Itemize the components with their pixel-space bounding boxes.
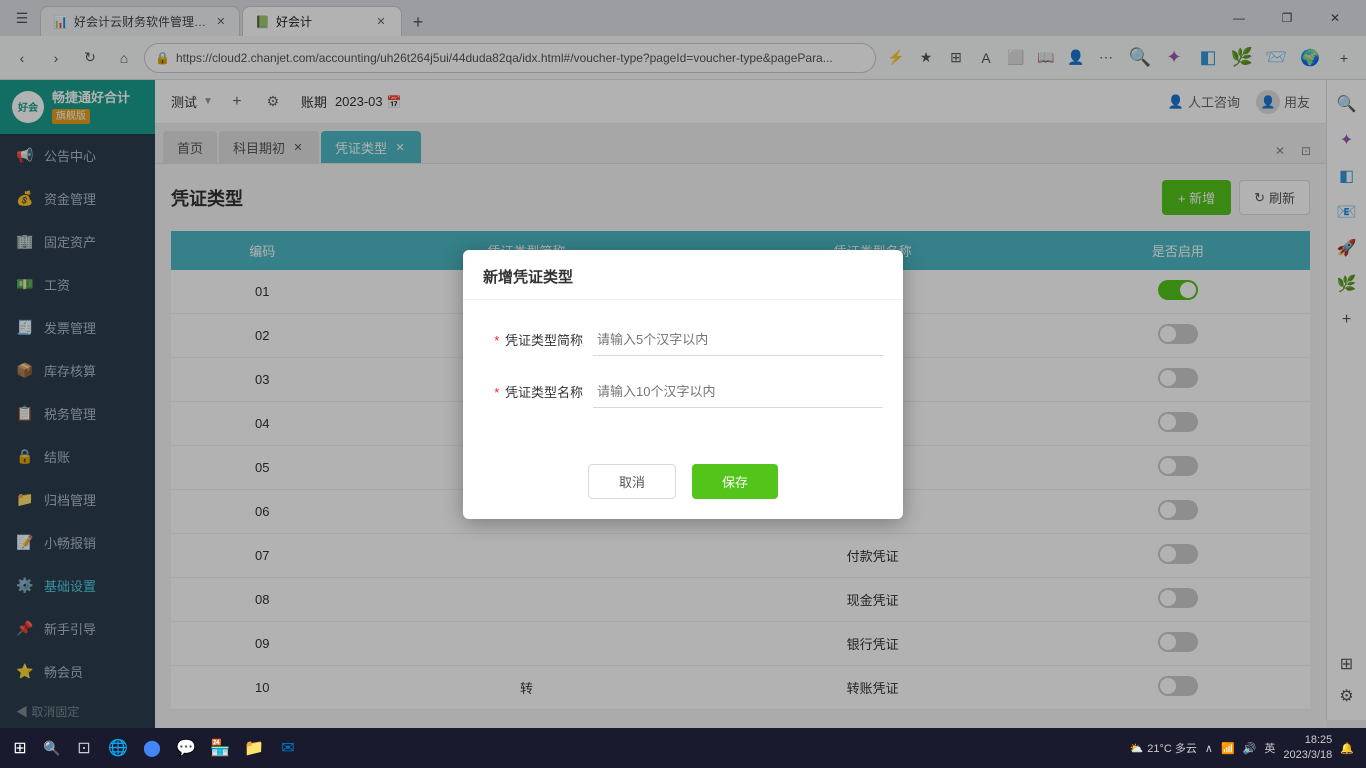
taskbar-search-btn[interactable]: 🔍 bbox=[38, 734, 66, 762]
short-name-label: * 凭证类型简称 bbox=[483, 330, 593, 349]
taskbar: ⊞ 🔍 ⊡ 🌐 ⬤ 💬 🏪 📁 ✉ ⛅ 21°C 多云 ∧ 📶 🔊 英 18:2… bbox=[0, 728, 1366, 768]
full-name-input[interactable] bbox=[593, 376, 883, 408]
time-text: 18:25 bbox=[1305, 733, 1333, 748]
cancel-btn[interactable]: 取消 bbox=[588, 464, 676, 499]
speaker-icon: 🔊 bbox=[1243, 742, 1257, 755]
taskbar-task-view-btn[interactable]: ⊡ bbox=[68, 732, 100, 764]
clock-display: 18:25 2023/3/18 bbox=[1283, 733, 1332, 764]
modal-header: 新增凭证类型 bbox=[463, 250, 903, 300]
weather-text: 21°C 多云 bbox=[1147, 740, 1197, 756]
start-btn[interactable]: ⊞ bbox=[4, 732, 36, 764]
save-btn[interactable]: 保存 bbox=[692, 464, 778, 499]
modal-footer: 取消 保存 bbox=[463, 452, 903, 519]
taskbar-store-btn[interactable]: 🏪 bbox=[204, 732, 236, 764]
taskbar-chrome-btn[interactable]: ⬤ bbox=[136, 732, 168, 764]
form-row-full-name: * 凭证类型名称 bbox=[483, 376, 883, 408]
lang-display: 英 bbox=[1264, 740, 1275, 756]
date-text: 2023/3/18 bbox=[1283, 748, 1332, 763]
taskbar-mail-btn[interactable]: ✉ bbox=[272, 732, 304, 764]
modal-dialog: 新增凭证类型 * 凭证类型简称 * 凭证类型名称 取消 保存 bbox=[463, 250, 903, 519]
modal-title: 新增凭证类型 bbox=[483, 269, 573, 286]
full-name-required-mark: * bbox=[494, 385, 499, 400]
notification-icon[interactable]: 🔔 bbox=[1340, 742, 1354, 755]
taskbar-folder-btn[interactable]: 📁 bbox=[238, 732, 270, 764]
taskbar-up-arrow[interactable]: ∧ bbox=[1205, 742, 1213, 755]
full-name-label: * 凭证类型名称 bbox=[483, 382, 593, 401]
form-row-short-name: * 凭证类型简称 bbox=[483, 324, 883, 356]
full-name-label-text: 凭证类型名称 bbox=[505, 385, 583, 400]
taskbar-wechat-btn[interactable]: 💬 bbox=[170, 732, 202, 764]
modal-body: * 凭证类型简称 * 凭证类型名称 bbox=[463, 300, 903, 452]
weather-icon: ⛅ bbox=[1130, 742, 1144, 755]
network-icon: 📶 bbox=[1221, 742, 1235, 755]
taskbar-edge-btn[interactable]: 🌐 bbox=[102, 732, 134, 764]
short-name-required-mark: * bbox=[494, 333, 499, 348]
weather-display: ⛅ 21°C 多云 bbox=[1130, 740, 1197, 756]
modal-overlay: 新增凭证类型 * 凭证类型简称 * 凭证类型名称 取消 保存 bbox=[0, 0, 1366, 768]
taskbar-right: ⛅ 21°C 多云 ∧ 📶 🔊 英 18:25 2023/3/18 🔔 bbox=[1130, 733, 1362, 764]
short-name-label-text: 凭证类型简称 bbox=[505, 333, 583, 348]
short-name-input[interactable] bbox=[593, 324, 883, 356]
